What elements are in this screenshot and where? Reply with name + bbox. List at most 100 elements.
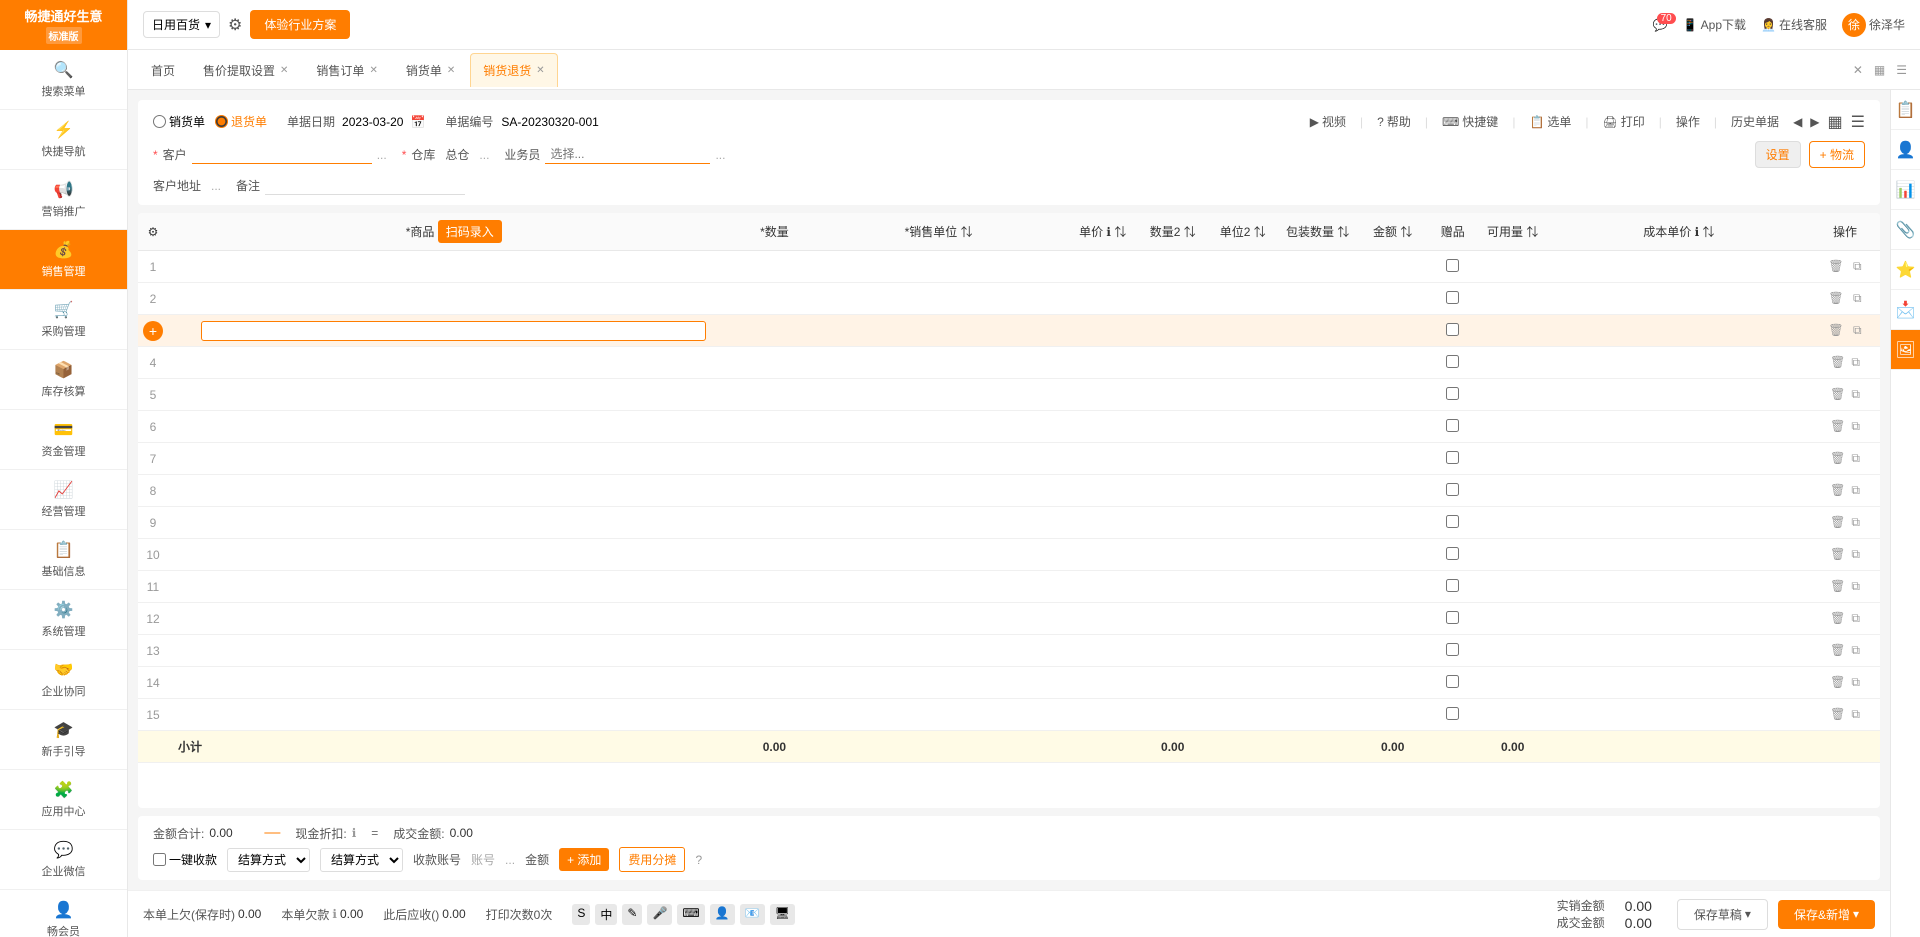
icon-edit[interactable]: ✎	[622, 904, 642, 925]
list-view-icon[interactable]: ☰	[1893, 60, 1910, 80]
add-fee-btn[interactable]: + 添加	[559, 848, 609, 871]
sidebar-item-finance[interactable]: 💳 资金管理	[0, 410, 127, 470]
add-row-btn[interactable]: +	[143, 321, 163, 341]
copy-row-btn[interactable]: ⧉	[1848, 577, 1863, 596]
video-btn[interactable]: ▶ 视频	[1304, 110, 1352, 133]
sidebar-item-member[interactable]: 👤 畅会员	[0, 890, 127, 937]
copy-row-btn[interactable]: ⧉	[1850, 257, 1865, 276]
customer-input[interactable]	[192, 145, 372, 164]
right-panel-btn-7[interactable]: 🖼	[1891, 330, 1920, 370]
sidebar-item-shortcuts[interactable]: ⚡ 快捷导航	[0, 110, 127, 170]
customer-dots[interactable]: ...	[377, 148, 387, 162]
history-btn[interactable]: 历史单据	[1725, 110, 1785, 133]
copy-row-btn[interactable]: ⧉	[1848, 417, 1863, 436]
copy-row-btn[interactable]: ⧉	[1848, 641, 1863, 660]
sidebar-item-guide[interactable]: 🎓 新手引导	[0, 710, 127, 770]
delete-row-btn[interactable]: 🗑	[1827, 673, 1848, 691]
close-all-icon[interactable]: ✕	[1850, 60, 1866, 80]
right-panel-btn-6[interactable]: 📩	[1891, 290, 1920, 330]
save-draft-btn[interactable]: 保存草稿 ▾	[1677, 899, 1768, 930]
sidebar-item-sales[interactable]: 💰 销售管理	[0, 230, 127, 290]
tab-sales-return[interactable]: 销货退货 ✕	[470, 53, 557, 87]
delete-row-btn[interactable]: 🗑	[1827, 353, 1848, 371]
address-dots[interactable]: ...	[211, 179, 221, 193]
sidebar-item-wechat[interactable]: 💬 企业微信	[0, 830, 127, 890]
tab-sales-order[interactable]: 销售订单 ✕	[303, 53, 390, 87]
radio-sales[interactable]: 销货单	[153, 113, 205, 130]
sidebar-item-apps[interactable]: 🧩 应用中心	[0, 770, 127, 830]
message-btn[interactable]: 💬 70	[1653, 18, 1668, 32]
single-owe-help[interactable]: ℹ	[332, 907, 337, 921]
sidebar-item-operations[interactable]: 📈 经营管理	[0, 470, 127, 530]
icon-mic[interactable]: 🎤	[647, 904, 672, 925]
salesperson-dots[interactable]: ...	[715, 148, 725, 162]
delete-row-btn[interactable]: 🗑	[1825, 289, 1846, 307]
online-service-btn[interactable]: 👩‍💼 在线客服	[1761, 16, 1827, 33]
chevron-right-history[interactable]: ▶	[1810, 115, 1819, 129]
tab-price-settings-close[interactable]: ✕	[280, 65, 288, 76]
sidebar-item-basic[interactable]: 📋 基础信息	[0, 530, 127, 590]
help-fee-btn[interactable]: ?	[695, 853, 702, 867]
tab-price-settings[interactable]: 售价提取设置 ✕	[190, 53, 301, 87]
tab-sales-return-close[interactable]: ✕	[536, 65, 544, 76]
delete-row-btn[interactable]: 🗑	[1827, 417, 1848, 435]
delete-row-btn[interactable]: 🗑	[1827, 513, 1848, 531]
delete-row-btn[interactable]: 🗑	[1825, 321, 1846, 339]
select-order-btn[interactable]: 📋 选单	[1523, 110, 1577, 133]
delete-row-btn[interactable]: 🗑	[1827, 545, 1848, 563]
discount-help[interactable]: ℹ	[352, 826, 357, 840]
icon-user[interactable]: 👤	[710, 904, 735, 925]
delete-row-btn[interactable]: 🗑	[1827, 577, 1848, 595]
delete-row-btn[interactable]: 🗑	[1827, 641, 1848, 659]
save-new-btn[interactable]: 保存&新增 ▾	[1778, 900, 1875, 929]
copy-row-btn[interactable]: ⧉	[1850, 289, 1865, 308]
copy-row-btn[interactable]: ⧉	[1848, 673, 1863, 692]
app-download-btn[interactable]: 📱 App下载	[1683, 16, 1746, 33]
right-panel-btn-1[interactable]: 📋	[1891, 90, 1920, 130]
copy-row-btn[interactable]: ⧉	[1850, 321, 1865, 340]
remarks-input[interactable]	[265, 176, 465, 195]
tab-sales-order-close[interactable]: ✕	[369, 65, 377, 76]
right-panel-btn-5[interactable]: ⭐	[1891, 250, 1920, 290]
copy-row-btn[interactable]: ⧉	[1848, 705, 1863, 724]
sidebar-item-search[interactable]: 🔍 搜索菜单	[0, 50, 127, 110]
grid-view-btn[interactable]: ▦	[1828, 112, 1843, 132]
operate-btn[interactable]: 操作	[1670, 110, 1706, 133]
sidebar-item-inventory[interactable]: 📦 库存核算	[0, 350, 127, 410]
grid-view-icon[interactable]: ▦	[1871, 60, 1888, 80]
settings-icon-header[interactable]: ⚙	[228, 15, 242, 35]
icon-s[interactable]: S	[572, 904, 590, 925]
tab-home[interactable]: 首页	[138, 53, 188, 87]
print-btn[interactable]: 🖨 打印	[1597, 110, 1651, 133]
radio-return[interactable]: 退货单	[215, 113, 267, 130]
copy-row-btn[interactable]: ⧉	[1848, 545, 1863, 564]
right-panel-btn-4[interactable]: 📎	[1891, 210, 1920, 250]
delete-row-btn[interactable]: 🗑	[1827, 385, 1848, 403]
help-btn-toolbar[interactable]: ? 帮助	[1371, 110, 1417, 133]
settings-btn[interactable]: 设置	[1755, 141, 1801, 168]
warehouse-dots[interactable]: ...	[479, 148, 489, 162]
one-click-payment-cb[interactable]: 一键收款	[153, 851, 217, 868]
salesperson-input[interactable]	[545, 145, 710, 164]
tab-sales-delivery-close[interactable]: ✕	[447, 65, 455, 76]
tab-sales-delivery[interactable]: 销货单 ✕	[393, 53, 468, 87]
delete-row-btn[interactable]: 🗑	[1827, 481, 1848, 499]
copy-row-btn[interactable]: ⧉	[1848, 513, 1863, 532]
sidebar-item-enterprise[interactable]: 🤝 企业协同	[0, 650, 127, 710]
col-settings[interactable]: ⚙	[138, 213, 168, 251]
daily-selector[interactable]: 日用百货 ▾	[143, 11, 220, 38]
copy-row-btn[interactable]: ⧉	[1848, 353, 1863, 372]
icon-monitor[interactable]: 🖥	[770, 904, 795, 925]
chevron-left-history[interactable]: ◀	[1793, 115, 1802, 129]
right-panel-btn-2[interactable]: 👤	[1891, 130, 1920, 170]
copy-row-btn[interactable]: ⧉	[1848, 609, 1863, 628]
copy-row-btn[interactable]: ⧉	[1848, 481, 1863, 500]
calendar-icon[interactable]: 📅	[410, 115, 425, 129]
calc-method-select[interactable]: 结算方式	[320, 848, 403, 872]
icon-email[interactable]: 📧	[740, 904, 765, 925]
settlement-method-select[interactable]: 结算方式	[227, 848, 310, 872]
icon-keyboard[interactable]: ⌨	[677, 904, 704, 925]
account-dots[interactable]: ...	[505, 853, 515, 867]
shortcut-btn[interactable]: ⌨ 快捷键	[1436, 110, 1504, 133]
delete-row-btn[interactable]: 🗑	[1827, 705, 1848, 723]
